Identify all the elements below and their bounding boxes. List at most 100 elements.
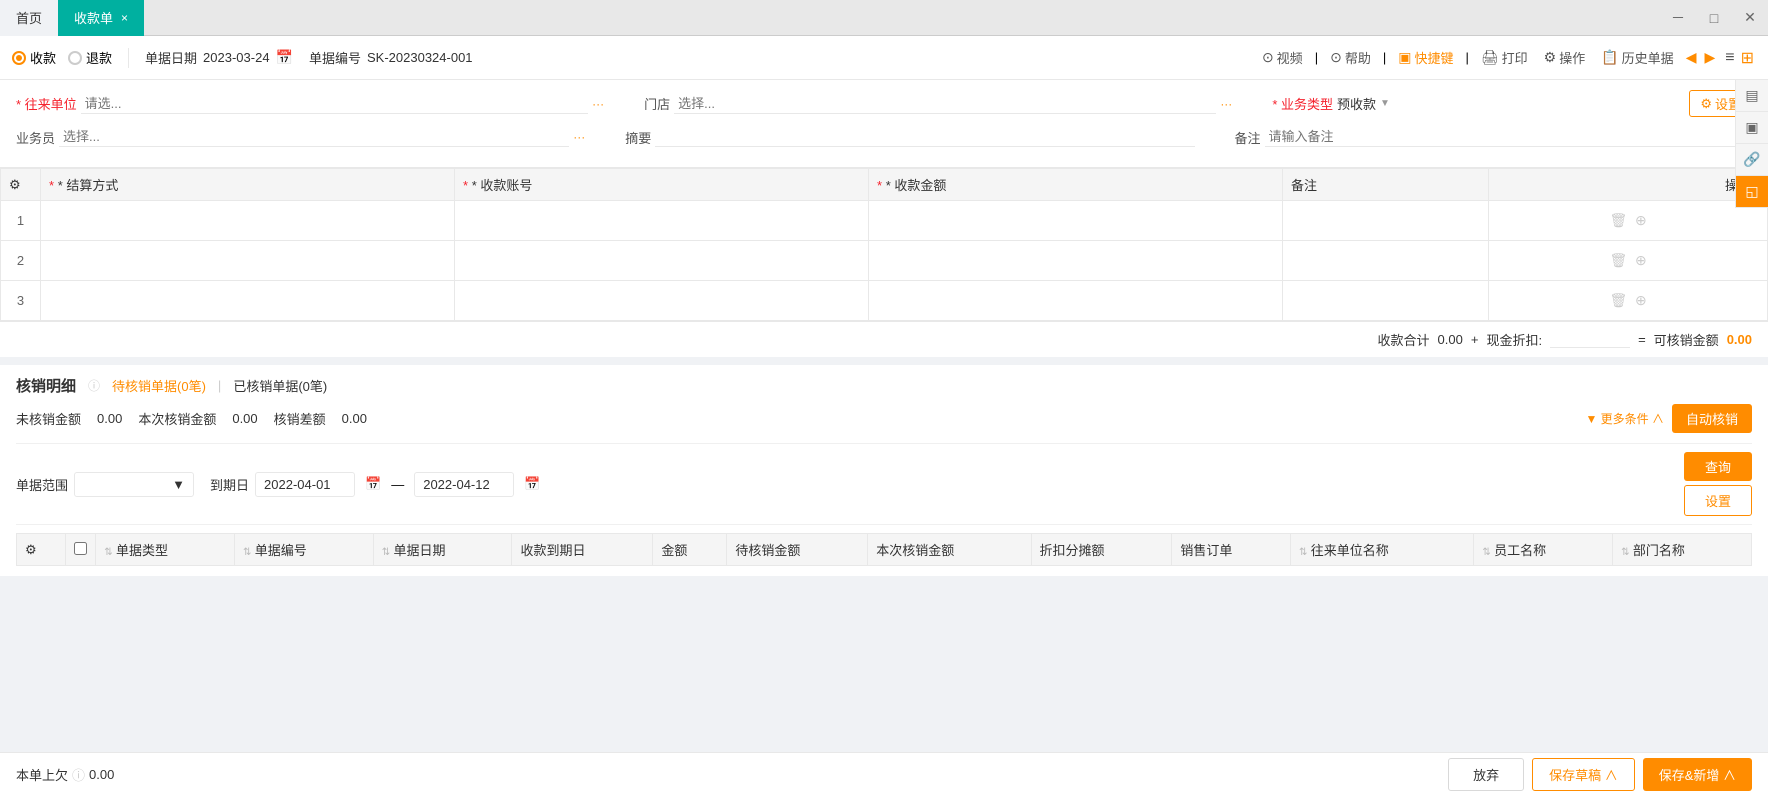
table-settings-icon[interactable]: ⚙ xyxy=(9,177,21,192)
biz-type-select[interactable]: 预收款 ▼ xyxy=(1337,94,1390,113)
close-button[interactable]: ✕ xyxy=(1732,0,1768,36)
bt-col-staff-label: 员工名称 xyxy=(1494,543,1546,558)
toolbar-right: ⊙ 视频 | ⊙ 帮助 | ▣ 快捷键 | 🖨 打印 ⚙ 操作 xyxy=(1258,46,1756,70)
refund-label: 退款 xyxy=(86,48,112,67)
balance-label: 本单上欠 xyxy=(16,765,68,784)
copy-icon-3[interactable]: ⊕ xyxy=(1635,292,1647,308)
footer-info: 本单上欠 ⓘ 0.00 xyxy=(16,765,114,784)
store-input[interactable] xyxy=(674,94,1216,114)
list-view-icon[interactable]: ≡ xyxy=(1723,47,1736,69)
history-button[interactable]: 📋 历史单据 xyxy=(1597,46,1677,69)
sidebar-icon-2[interactable]: ▣ xyxy=(1736,112,1768,144)
form-row-1: * 往来单位 ··· 门店 ··· * 业务类型 预收款 ▼ ⚙ xyxy=(16,90,1752,117)
video-button[interactable]: ⊙ 视频 xyxy=(1258,46,1307,69)
delete-icon-3[interactable]: 🗑 xyxy=(1610,292,1628,308)
settlement-cell-1[interactable] xyxy=(41,201,455,241)
shortcut-button[interactable]: ▣ 快捷键 xyxy=(1394,46,1457,69)
footer: 本单上欠 ⓘ 0.00 放弃 保存草稿 ∧ 保存&新增 ∧ xyxy=(0,752,1768,796)
save-new-button[interactable]: 保存&新增 ∧ xyxy=(1643,758,1752,791)
delete-icon-2[interactable]: 🗑 xyxy=(1610,252,1628,268)
sidebar-icon-1[interactable]: ▤ xyxy=(1736,80,1768,112)
restore-button[interactable]: □ xyxy=(1696,0,1732,36)
staff-more-icon[interactable]: ··· xyxy=(573,130,585,144)
settlement-cell-3[interactable] xyxy=(41,281,455,321)
tab-active[interactable]: 收款单 × xyxy=(58,0,144,36)
counterpart-more-icon[interactable]: ··· xyxy=(592,97,604,111)
reconcile-header: 核销明细 ⓘ 待核销单据(0笔) | 已核销单据(0笔) xyxy=(16,375,1752,396)
number-value[interactable]: SK-20230324-001 xyxy=(367,50,473,65)
shortcut-label: 快捷键 xyxy=(1414,48,1453,67)
reconcile-info-icon[interactable]: ⓘ xyxy=(88,377,100,394)
tab-close-icon[interactable]: × xyxy=(121,11,128,25)
bt-col-type-label: 单据类型 xyxy=(116,543,168,558)
tab-home[interactable]: 首页 xyxy=(0,0,58,36)
grid-view-icon[interactable]: ⊞ xyxy=(1739,46,1756,70)
copy-icon-1[interactable]: ⊕ xyxy=(1635,212,1647,228)
date-to-icon[interactable]: 📅 xyxy=(524,476,540,492)
delete-icon-1[interactable]: 🗑 xyxy=(1610,212,1628,228)
select-all-checkbox[interactable] xyxy=(74,542,87,555)
data-table-wrap: ⚙ * * 结算方式 * * 收款账号 * * 收款金额 备注 xyxy=(0,168,1768,321)
amount-cell-3[interactable] xyxy=(869,281,1283,321)
date-from-icon[interactable]: 📅 xyxy=(365,476,381,492)
balance-value: 0.00 xyxy=(89,767,114,782)
counterpart-input[interactable] xyxy=(81,94,588,114)
sidebar-icon-3[interactable]: 🔗 xyxy=(1736,144,1768,176)
summary-input[interactable] xyxy=(655,127,1194,147)
pending-tab[interactable]: 待核销单据(0笔) xyxy=(112,376,206,395)
discount-input[interactable] xyxy=(1550,332,1630,348)
next-icon[interactable]: ▶ xyxy=(1704,49,1715,66)
amount-cell-2[interactable] xyxy=(869,241,1283,281)
bt-col-settings[interactable]: ⚙ xyxy=(17,534,66,566)
account-cell-2[interactable] xyxy=(455,241,869,281)
remark-input[interactable] xyxy=(1265,127,1752,147)
date-value[interactable]: 2023-03-24 xyxy=(203,50,270,65)
col-settings[interactable]: ⚙ xyxy=(1,169,41,201)
balance-info-icon[interactable]: ⓘ xyxy=(72,765,85,784)
prev-icon[interactable]: ◀ xyxy=(1686,49,1697,66)
remark-cell-1[interactable] xyxy=(1283,201,1489,241)
save-draft-button[interactable]: 保存草稿 ∧ xyxy=(1532,758,1635,791)
query-button[interactable]: 查询 xyxy=(1684,452,1752,481)
print-button[interactable]: 🖨 打印 xyxy=(1477,46,1532,69)
receipt-radio[interactable]: 收款 xyxy=(12,48,56,67)
account-cell-3[interactable] xyxy=(455,281,869,321)
date-from-input[interactable] xyxy=(255,472,355,497)
done-tab[interactable]: 已核销单据(0笔) xyxy=(233,376,327,395)
remark-cell-2[interactable] xyxy=(1283,241,1489,281)
operation-button[interactable]: ⚙ 操作 xyxy=(1540,46,1590,69)
number-label: 单据编号 xyxy=(309,48,361,67)
copy-icon-2[interactable]: ⊕ xyxy=(1635,252,1647,268)
more-conditions-button[interactable]: ▼ 更多条件 ∧ xyxy=(1585,410,1664,427)
amount-cell-1[interactable] xyxy=(869,201,1283,241)
refund-radio[interactable]: 退款 xyxy=(68,48,112,67)
section-divider xyxy=(0,357,1768,365)
discard-button[interactable]: 放弃 xyxy=(1448,758,1524,791)
minimize-button[interactable]: － xyxy=(1660,0,1696,36)
filter-settings-button[interactable]: 设置 xyxy=(1684,485,1752,516)
row-num-3: 3 xyxy=(1,281,41,321)
date-group: 单据日期 2023-03-24 📅 xyxy=(145,48,293,67)
current-label: 本次核销金额 xyxy=(138,409,216,428)
staff-field: 业务员 ··· xyxy=(16,127,585,147)
date-to-input[interactable] xyxy=(414,472,514,497)
total-label: 收款合计 xyxy=(1378,330,1430,349)
range-select[interactable]: ▼ xyxy=(74,472,194,497)
sort-icon-store: ⇅ xyxy=(1621,547,1629,558)
bt-col-due-header: 收款到期日 xyxy=(512,534,653,566)
print-label: 打印 xyxy=(1502,48,1528,67)
bt-settings-icon[interactable]: ⚙ xyxy=(25,542,37,557)
bt-col-current-header: 本次核销金额 xyxy=(868,534,1031,566)
auto-reconcile-button[interactable]: 自动核销 xyxy=(1672,404,1752,433)
settlement-cell-2[interactable] xyxy=(41,241,455,281)
help-button[interactable]: ⊙ 帮助 xyxy=(1326,46,1375,69)
account-cell-1[interactable] xyxy=(455,201,869,241)
bt-col-date-header: ⇅ 单据日期 xyxy=(373,534,512,566)
receipt-refund-group: 收款 退款 xyxy=(12,48,112,67)
remark-cell-3[interactable] xyxy=(1283,281,1489,321)
diff-value: 0.00 xyxy=(342,411,367,426)
store-more-icon[interactable]: ··· xyxy=(1220,97,1232,111)
sidebar-icon-4[interactable]: ◱ xyxy=(1736,176,1768,208)
calendar-icon[interactable]: 📅 xyxy=(276,49,293,66)
staff-input[interactable] xyxy=(59,127,569,147)
